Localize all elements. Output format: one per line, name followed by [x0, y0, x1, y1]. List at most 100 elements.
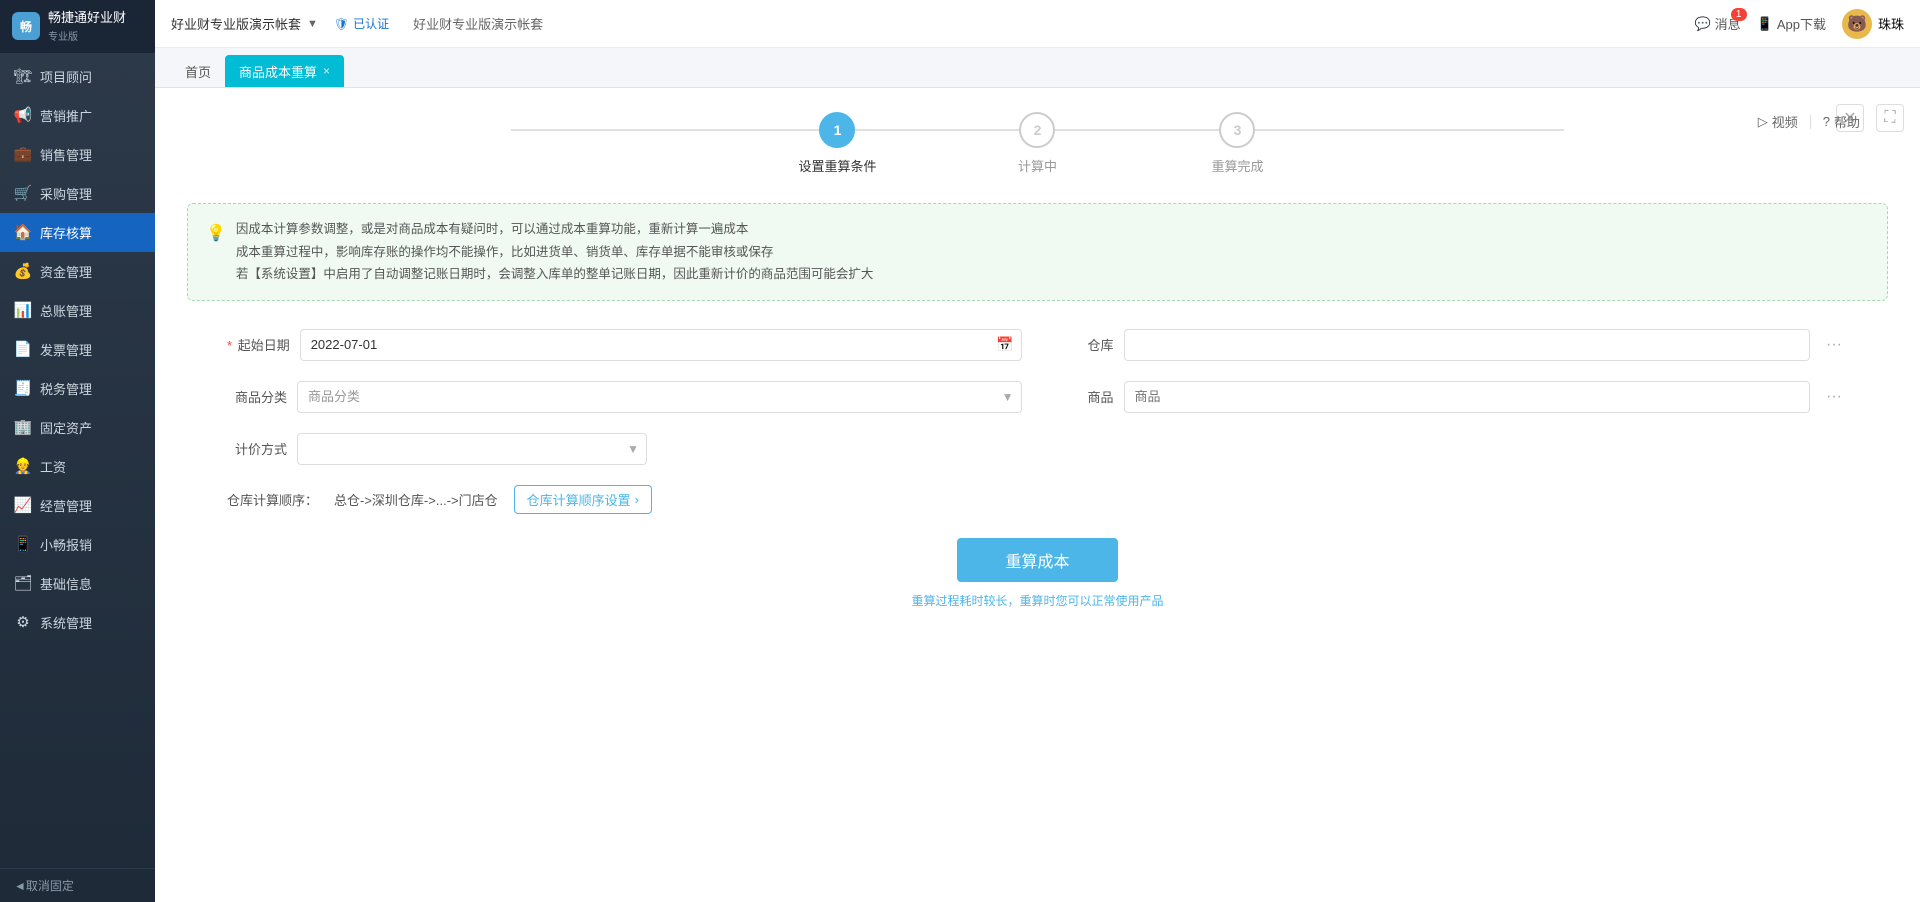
sidebar-item-sales[interactable]: 💼 销售管理	[0, 135, 155, 174]
tab-close-btn[interactable]: ×	[323, 64, 330, 78]
sidebar-unpin[interactable]: ◄取消固定	[0, 868, 155, 902]
sidebar-item-label: 销售管理	[40, 145, 92, 164]
start-date-input[interactable]	[300, 329, 1022, 361]
sidebar-item-inventory[interactable]: 🏠 库存核算	[0, 213, 155, 252]
project-icon: 🏗	[14, 67, 32, 85]
sidebar-logo: 畅 畅捷通好业财 专业版	[0, 0, 155, 53]
play-icon: ▷	[1758, 114, 1768, 130]
user-menu[interactable]: 🐻 珠珠	[1842, 9, 1904, 39]
sidebar-item-label: 基础信息	[40, 574, 92, 593]
sidebar-item-label: 固定资产	[40, 418, 92, 437]
sidebar-item-tax[interactable]: 🧾 税务管理	[0, 369, 155, 408]
pricing-select[interactable]	[297, 433, 647, 465]
ledger-icon: 📊	[14, 301, 32, 319]
sidebar: 畅 畅捷通好业财 专业版 🏗 项目顾问 📢 营销推广 💼 销售管理 🛒 采购管理…	[0, 0, 155, 902]
expand-btn[interactable]: ⛶	[1876, 104, 1904, 132]
expense-icon: 📱	[14, 535, 32, 553]
tab-cost-recalc-label: 商品成本重算	[239, 62, 317, 81]
tab-home[interactable]: 首页	[171, 55, 225, 87]
app-download-label: App下载	[1777, 14, 1826, 33]
message-btn[interactable]: 💬 消息 1	[1694, 14, 1740, 33]
sidebar-item-label: 税务管理	[40, 379, 92, 398]
form-row-2: 商品分类 商品分类 ▼ 商品 ···	[227, 381, 1848, 413]
step-1-label: 设置重算条件	[798, 156, 876, 175]
step-3-label: 重算完成	[1211, 156, 1263, 175]
recalc-btn-text: 重算成本	[1005, 554, 1069, 571]
sidebar-item-expense[interactable]: 📱 小畅报销	[0, 525, 155, 564]
sidebar-item-purchase[interactable]: 🛒 采购管理	[0, 174, 155, 213]
phone-icon: 📱	[1757, 16, 1773, 32]
sidebar-nav: 🏗 项目顾问 📢 营销推广 💼 销售管理 🛒 采购管理 🏠 库存核算 💰 资金管…	[0, 53, 155, 868]
sidebar-item-payroll[interactable]: 👷 工资	[0, 447, 155, 486]
payroll-icon: 👷	[14, 457, 32, 475]
sidebar-item-project[interactable]: 🏗 项目顾问	[0, 57, 155, 96]
step-3-circle: 3	[1219, 112, 1255, 148]
help-area: ▷ 视频 ? 帮助	[1758, 112, 1860, 131]
step-1-number: 1	[834, 122, 842, 138]
sidebar-item-label: 资金管理	[40, 262, 92, 281]
warehouse-order-value: 总仓->深圳仓库->...->门店仓	[334, 490, 498, 509]
sidebar-item-marketing[interactable]: 📢 营销推广	[0, 96, 155, 135]
step-1: 1 设置重算条件	[737, 112, 937, 175]
step-1-circle: 1	[819, 112, 855, 148]
step-3-number: 3	[1234, 122, 1242, 138]
sidebar-item-ledger[interactable]: 📊 总账管理	[0, 291, 155, 330]
warehouse-order-label: 仓库计算顺序：	[227, 490, 318, 509]
product-more-btn[interactable]: ···	[1820, 386, 1848, 408]
calendar-icon[interactable]: 📅	[996, 336, 1013, 353]
topbar-right: 💬 消息 1 📱 App下载 🐻 珠珠	[1694, 9, 1904, 39]
warehouse-more-btn[interactable]: ···	[1820, 334, 1848, 356]
pricing-select-wrapper: ▼	[297, 433, 647, 465]
sidebar-item-label: 采购管理	[40, 184, 92, 203]
sidebar-item-basic-info[interactable]: 🗂 基础信息	[0, 564, 155, 603]
sidebar-item-system[interactable]: ⚙ 系统管理	[0, 603, 155, 642]
sales-icon: 💼	[14, 145, 32, 163]
info-text: 因成本计算参数调整，或是对商品成本有疑问时，可以通过成本重算功能，重新计算一遍成…	[236, 218, 874, 286]
sidebar-item-invoice[interactable]: 📄 发票管理	[0, 330, 155, 369]
warehouse-input[interactable]	[1124, 329, 1811, 361]
unpin-label: ◄取消固定	[14, 877, 74, 894]
category-select[interactable]: 商品分类	[297, 381, 1022, 413]
account-name: 好业财专业版演示帐套	[171, 14, 301, 33]
sidebar-item-operations[interactable]: 📈 经营管理	[0, 486, 155, 525]
account-dropdown-icon[interactable]: ▼	[307, 18, 318, 30]
chevron-right-icon: ›	[635, 492, 639, 507]
step-2-number: 2	[1034, 122, 1042, 138]
sidebar-item-label: 发票管理	[40, 340, 92, 359]
sidebar-item-label: 系统管理	[40, 613, 92, 632]
step-2-circle: 2	[1019, 112, 1055, 148]
product-label: 商品	[1054, 387, 1114, 406]
sidebar-item-label: 项目顾问	[40, 67, 92, 86]
tab-cost-recalc[interactable]: 商品成本重算 ×	[225, 55, 344, 87]
warehouse-order-settings-btn[interactable]: 仓库计算顺序设置 ›	[514, 485, 652, 514]
sidebar-item-finance[interactable]: 💰 资金管理	[0, 252, 155, 291]
video-link[interactable]: ▷ 视频	[1758, 112, 1798, 131]
form-row-1: * 起始日期 📅 仓库 ···	[227, 329, 1848, 361]
help-link[interactable]: ? 帮助	[1823, 112, 1860, 131]
sidebar-item-label: 经营管理	[40, 496, 92, 515]
recalc-hint: 重算过程耗时较长，重算时您可以正常使用产品	[911, 592, 1163, 609]
recalc-button[interactable]: 重算成本	[957, 538, 1117, 582]
product-input[interactable]	[1124, 381, 1811, 413]
marketing-icon: 📢	[14, 106, 32, 124]
app-icon: 畅	[12, 12, 40, 40]
info-line3: 若【系统设置】中启用了自动调整记账日期时，会调整入库单的整单记账日期，因此重新计…	[236, 263, 874, 286]
user-name: 珠珠	[1878, 14, 1904, 33]
sidebar-item-label: 库存核算	[40, 223, 92, 242]
step-3: 3 重算完成	[1137, 112, 1337, 175]
video-label: 视频	[1772, 112, 1798, 131]
main-area: 好业财专业版演示帐套 ▼ 🛡 已认证 好业财专业版演示帐套 💬 消息 1 📱 A…	[155, 0, 1920, 902]
required-star: *	[227, 338, 232, 353]
account-selector[interactable]: 好业财专业版演示帐套 ▼	[171, 14, 318, 33]
operations-icon: 📈	[14, 496, 32, 514]
start-date-input-wrapper: 📅	[300, 329, 1022, 361]
start-date-label: * 起始日期	[227, 335, 290, 354]
app-download-btn[interactable]: 📱 App下载	[1757, 14, 1826, 33]
warehouse-order-row: 仓库计算顺序： 总仓->深圳仓库->...->门店仓 仓库计算顺序设置 ›	[227, 485, 1848, 514]
sidebar-item-assets[interactable]: 🏢 固定资产	[0, 408, 155, 447]
assets-icon: 🏢	[14, 418, 32, 436]
app-name: 畅捷通好业财	[48, 10, 126, 27]
verified-badge: 🛡 已认证	[326, 13, 397, 34]
form-row-3: 计价方式 ▼	[227, 433, 1848, 465]
form-section: * 起始日期 📅 仓库 ··· 商品分类	[187, 329, 1888, 609]
